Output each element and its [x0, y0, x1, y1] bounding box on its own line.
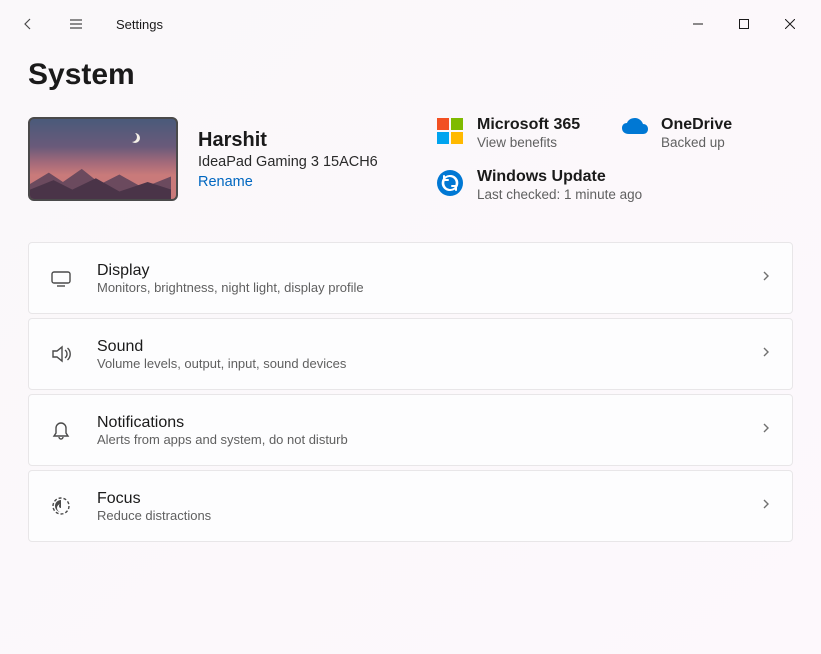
hamburger-icon — [68, 16, 84, 32]
chevron-right-icon — [760, 498, 772, 510]
nav-menu-button[interactable] — [56, 4, 96, 44]
display-icon — [50, 267, 72, 289]
maximize-button[interactable] — [721, 8, 767, 40]
microsoft-logo-icon — [437, 118, 463, 144]
list-item-focus[interactable]: FocusReduce distractions — [28, 470, 793, 542]
focus-icon — [50, 495, 72, 517]
item-title: Notifications — [97, 414, 348, 432]
item-title: Sound — [97, 338, 346, 356]
close-icon — [785, 19, 795, 29]
item-subtitle: Monitors, brightness, night light, displ… — [97, 280, 364, 295]
chevron-right-icon — [760, 422, 772, 434]
mountains-decoration — [30, 167, 171, 199]
ms365-card[interactable]: Microsoft 365 View benefits — [437, 116, 609, 150]
onedrive-subtitle: Backed up — [661, 135, 732, 150]
settings-list: DisplayMonitors, brightness, night light… — [0, 242, 821, 542]
item-title: Focus — [97, 490, 211, 508]
arrow-left-icon — [20, 16, 36, 32]
sound-icon — [50, 343, 72, 365]
close-button[interactable] — [767, 8, 813, 40]
moon-decoration — [130, 133, 140, 143]
onedrive-card[interactable]: OneDrive Backed up — [621, 116, 793, 150]
item-subtitle: Alerts from apps and system, do not dist… — [97, 432, 348, 447]
winupdate-title: Windows Update — [477, 168, 642, 186]
item-subtitle: Reduce distractions — [97, 508, 211, 523]
device-model: IdeaPad Gaming 3 15ACH6 — [198, 154, 378, 170]
desktop-preview[interactable] — [28, 117, 178, 201]
rename-link[interactable]: Rename — [198, 174, 378, 190]
window-controls — [675, 8, 813, 40]
list-item-notifications[interactable]: NotificationsAlerts from apps and system… — [28, 394, 793, 466]
page-title: System — [28, 58, 821, 92]
winupdate-subtitle: Last checked: 1 minute ago — [477, 187, 642, 202]
bell-icon — [50, 419, 72, 441]
list-item-display[interactable]: DisplayMonitors, brightness, night light… — [28, 242, 793, 314]
minimize-button[interactable] — [675, 8, 721, 40]
back-button[interactable] — [8, 4, 48, 44]
chevron-right-icon — [760, 270, 772, 282]
list-item-sound[interactable]: SoundVolume levels, output, input, sound… — [28, 318, 793, 390]
maximize-icon — [739, 19, 749, 29]
device-name: Harshit — [198, 129, 378, 152]
refresh-icon — [437, 170, 463, 196]
app-title: Settings — [116, 17, 163, 32]
ms365-subtitle: View benefits — [477, 135, 580, 150]
windows-update-card[interactable]: Windows Update Last checked: 1 minute ag… — [437, 168, 793, 202]
minimize-icon — [693, 19, 703, 29]
chevron-right-icon — [760, 346, 772, 358]
onedrive-title: OneDrive — [661, 116, 732, 134]
item-subtitle: Volume levels, output, input, sound devi… — [97, 356, 346, 371]
titlebar: Settings — [0, 0, 821, 48]
device-block: Harshit IdeaPad Gaming 3 15ACH6 Rename — [28, 116, 413, 202]
item-title: Display — [97, 262, 364, 280]
onedrive-icon — [621, 118, 649, 138]
ms365-title: Microsoft 365 — [477, 116, 580, 134]
